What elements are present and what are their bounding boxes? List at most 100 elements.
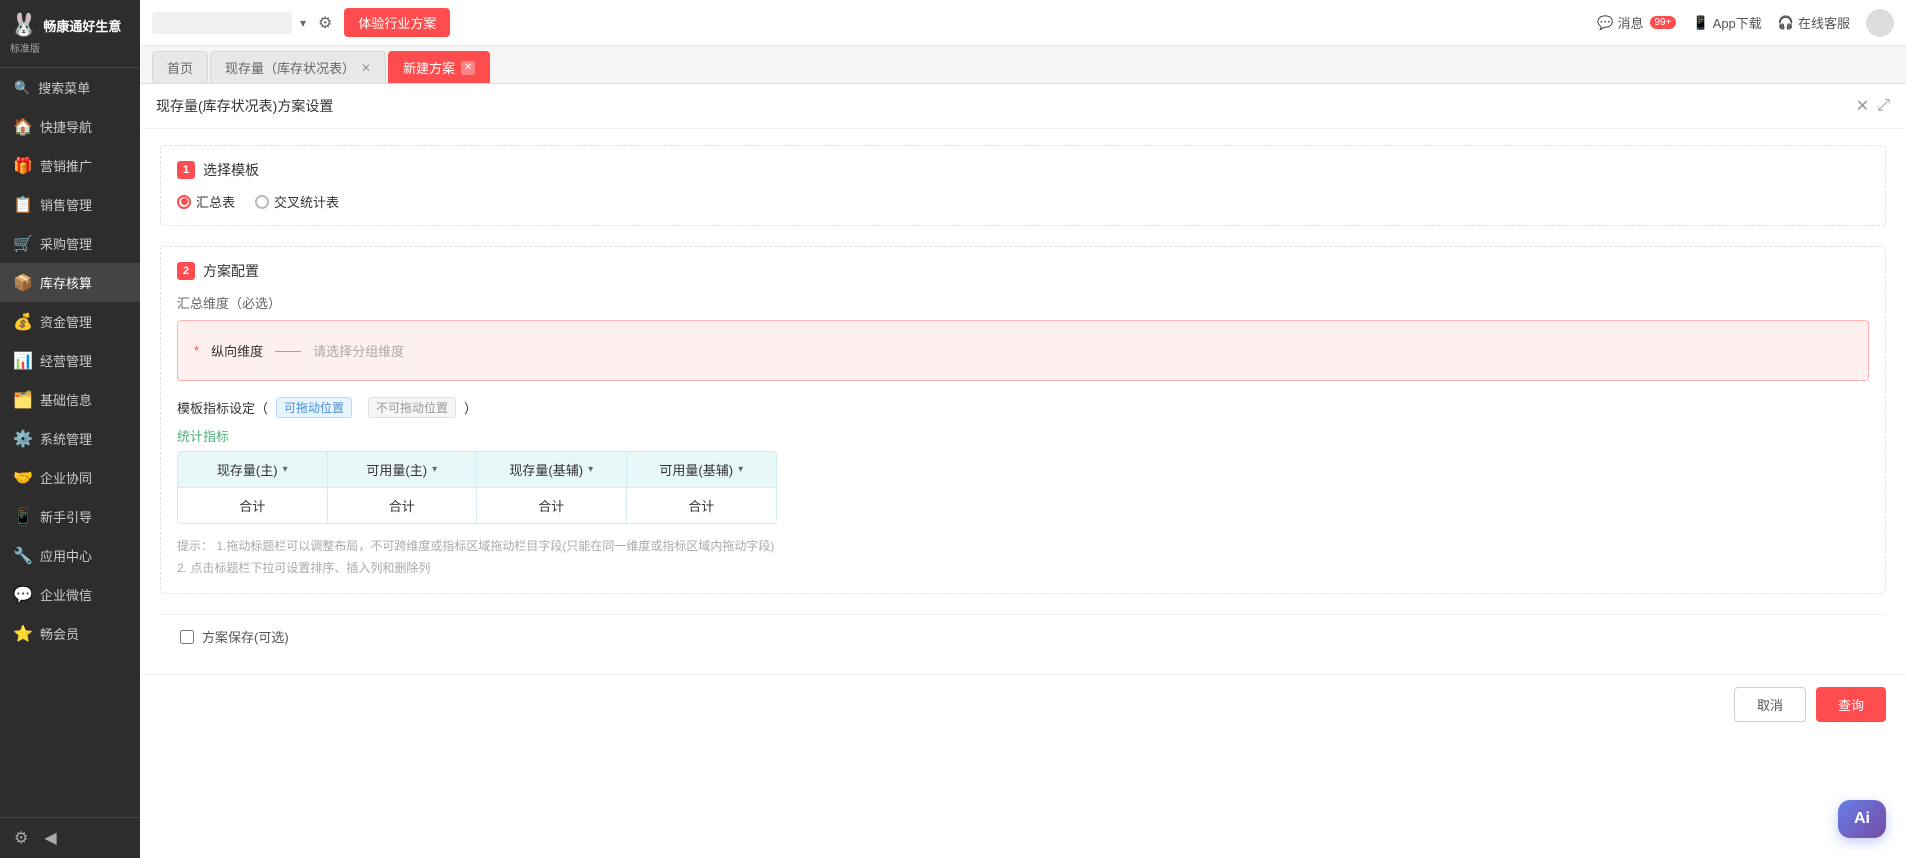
draggable-tag: 可拖动位置 — [276, 397, 352, 418]
tip-1: 2. 点击标题栏下拉可设置排序、插入列和删除列 — [177, 558, 1869, 580]
tip-0: 提示： 1.拖动标题栏可以调整布局，不可跨维度或指标区域拖动栏目字段(只能在同一… — [177, 536, 1869, 558]
tab-close-newplan[interactable]: ✕ — [461, 61, 475, 75]
col-header-2: 现存量(基辅) ▾ — [477, 452, 627, 487]
col-2-arrow[interactable]: ▾ — [588, 464, 593, 475]
panel-expand-button[interactable]: ⤢ — [1877, 96, 1890, 116]
sidebar-item-marketing[interactable]: 🎁 营销推广 — [0, 146, 140, 185]
chevron-down-icon[interactable]: ▾ — [300, 16, 306, 30]
stats-table-row-0: 合计 合计 合计 合计 — [178, 488, 776, 523]
sidebar-item-purchase[interactable]: 🛒 采购管理 — [0, 224, 140, 263]
sales-icon: 📋 — [14, 196, 32, 214]
tab-new-plan[interactable]: 新建方案 ✕ — [388, 51, 490, 83]
sidebar-bottom: ⚙ ◀ — [0, 817, 140, 858]
dim-required-mark: * — [194, 343, 199, 358]
headset-icon: 🎧 — [1778, 15, 1794, 31]
page-title: 现存量(库存状况表)方案设置 — [156, 96, 333, 116]
tab-inventory-status[interactable]: 现存量（库存状况表） ✕ — [210, 51, 386, 83]
topbar-search-input[interactable] — [152, 12, 292, 34]
messages-button[interactable]: 💬 消息 99+ — [1597, 13, 1676, 32]
cart-icon: 🛒 — [14, 235, 32, 253]
sidebar-item-member[interactable]: ⭐ 畅会员 — [0, 614, 140, 653]
sidebar-item-basic[interactable]: 🗂️ 基础信息 — [0, 380, 140, 419]
radio-cross[interactable]: 交叉统计表 — [255, 192, 339, 211]
basic-icon: 🗂️ — [14, 391, 32, 409]
tab-close-inventory[interactable]: ✕ — [361, 61, 371, 75]
panel-body: 1 选择模板 汇总表 交叉统计表 — [140, 129, 1906, 674]
download-icon: 📱 — [1692, 15, 1708, 31]
topbar-right: 💬 消息 99+ 📱 App下载 🎧 在线客服 — [1597, 9, 1894, 37]
page-panel: 现存量(库存状况表)方案设置 ✕ ⤢ 1 选择模板 — [140, 84, 1906, 858]
tabbar: 首页 现存量（库存状况表） ✕ 新建方案 ✕ — [140, 46, 1906, 84]
topbar: ▾ ⚙ 体验行业方案 💬 消息 99+ 📱 App下载 🎧 在线客服 — [140, 0, 1906, 46]
cell-0-2: 合计 — [477, 488, 627, 523]
dim-label: 纵向维度 — [211, 341, 263, 360]
dim-placeholder: 请选择分组维度 — [313, 341, 404, 360]
money-icon: 💰 — [14, 313, 32, 331]
cell-0-0: 合计 — [178, 488, 328, 523]
sidebar-item-inventory[interactable]: 📦 库存核算 — [0, 263, 140, 302]
main-area: ▾ ⚙ 体验行业方案 💬 消息 99+ 📱 App下载 🎧 在线客服 首页 — [140, 0, 1906, 858]
tips-section: 提示： 1.拖动标题栏可以调整布局，不可跨维度或指标区域拖动栏目字段(只能在同一… — [177, 536, 1869, 579]
sidebar-item-enterprise[interactable]: 🤝 企业协同 — [0, 458, 140, 497]
panel-close-button[interactable]: ✕ — [1856, 96, 1869, 116]
stats-section-title: 统计指标 — [177, 426, 1869, 445]
radio-summary[interactable]: 汇总表 — [177, 192, 235, 211]
col-3-arrow[interactable]: ▾ — [738, 464, 743, 475]
sidebar-item-operations[interactable]: 📊 经营管理 — [0, 341, 140, 380]
step2-badge: 2 — [177, 262, 195, 280]
app-download-button[interactable]: 📱 App下载 — [1692, 13, 1761, 32]
save-label: 方案保存(可选) — [202, 627, 289, 646]
col-0-arrow[interactable]: ▾ — [283, 464, 288, 475]
step1-title: 选择模板 — [203, 160, 259, 180]
search-icon: 🔍 — [14, 80, 30, 96]
sidebar-item-system[interactable]: ⚙️ 系统管理 — [0, 419, 140, 458]
dimension-selector[interactable]: * 纵向维度 —— 请选择分组维度 — [177, 320, 1869, 381]
col-header-0: 现存量(主) ▾ — [178, 452, 328, 487]
step2-title: 方案配置 — [203, 261, 259, 281]
box-icon: 📦 — [14, 274, 32, 292]
collapse-icon[interactable]: ◀ — [44, 828, 56, 848]
tab-home[interactable]: 首页 — [152, 51, 208, 83]
save-checkbox[interactable] — [180, 630, 194, 644]
footer-bar: 取消 查询 — [140, 674, 1906, 734]
sidebar-nav: 🔍 搜索菜单 🏠 快捷导航 🎁 营销推广 📋 销售管理 🛒 采购管理 📦 库存核… — [0, 68, 140, 817]
sidebar-item-sales[interactable]: 📋 销售管理 — [0, 185, 140, 224]
settings-icon[interactable]: ⚙ — [14, 828, 28, 848]
panel-header: 现存量(库存状况表)方案设置 ✕ ⤢ — [140, 84, 1906, 129]
cell-0-3: 合计 — [627, 488, 777, 523]
template-radio-group: 汇总表 交叉统计表 — [177, 192, 1869, 211]
sidebar-item-appcenter[interactable]: 🔧 应用中心 — [0, 536, 140, 575]
sidebar-item-newguide[interactable]: 📱 新手引导 — [0, 497, 140, 536]
gear-icon: ⚙️ — [14, 430, 32, 448]
col-1-arrow[interactable]: ▾ — [432, 464, 437, 475]
step1-badge: 1 — [177, 161, 195, 179]
panel-actions: ✕ ⤢ — [1856, 96, 1890, 116]
summary-dimension-label: 汇总维度（必选） — [177, 293, 1869, 312]
sidebar-item-wechat[interactable]: 💬 企业微信 — [0, 575, 140, 614]
tool-icon: 🔧 — [14, 547, 32, 565]
phone-icon: 📱 — [14, 508, 32, 526]
content-area: 现存量(库存状况表)方案设置 ✕ ⤢ 1 选择模板 — [140, 84, 1906, 858]
online-service-button[interactable]: 🎧 在线客服 — [1778, 13, 1850, 32]
cancel-button[interactable]: 取消 — [1734, 687, 1806, 722]
settings-gear-icon[interactable]: ⚙ — [318, 13, 332, 33]
query-button[interactable]: 查询 — [1816, 687, 1886, 722]
radio-cross-circle — [255, 195, 269, 209]
user-avatar[interactable] — [1866, 9, 1894, 37]
stats-table: 现存量(主) ▾ 可用量(主) ▾ 现存量(基辅) ▾ — [177, 451, 777, 524]
trial-button[interactable]: 体验行业方案 — [344, 8, 450, 37]
sidebar-search[interactable]: 🔍 搜索菜单 — [0, 68, 140, 107]
stats-table-header: 现存量(主) ▾ 可用量(主) ▾ 现存量(基辅) ▾ — [178, 452, 776, 488]
star-icon: ⭐ — [14, 625, 32, 643]
step1-section: 1 选择模板 汇总表 交叉统计表 — [160, 145, 1886, 226]
cell-0-1: 合计 — [328, 488, 478, 523]
app-name: 🐰 畅康通好生意 — [10, 12, 130, 38]
sidebar-item-finance[interactable]: 💰 资金管理 — [0, 302, 140, 341]
col-header-1: 可用量(主) ▾ — [328, 452, 478, 487]
chart-icon: 📊 — [14, 352, 32, 370]
home-icon: 🏠 — [14, 118, 32, 136]
ai-fab-button[interactable]: Ai — [1838, 800, 1886, 838]
sidebar-item-quicknav[interactable]: 🏠 快捷导航 — [0, 107, 140, 146]
message-icon: 💬 — [1597, 15, 1613, 31]
handshake-icon: 🤝 — [14, 469, 32, 487]
